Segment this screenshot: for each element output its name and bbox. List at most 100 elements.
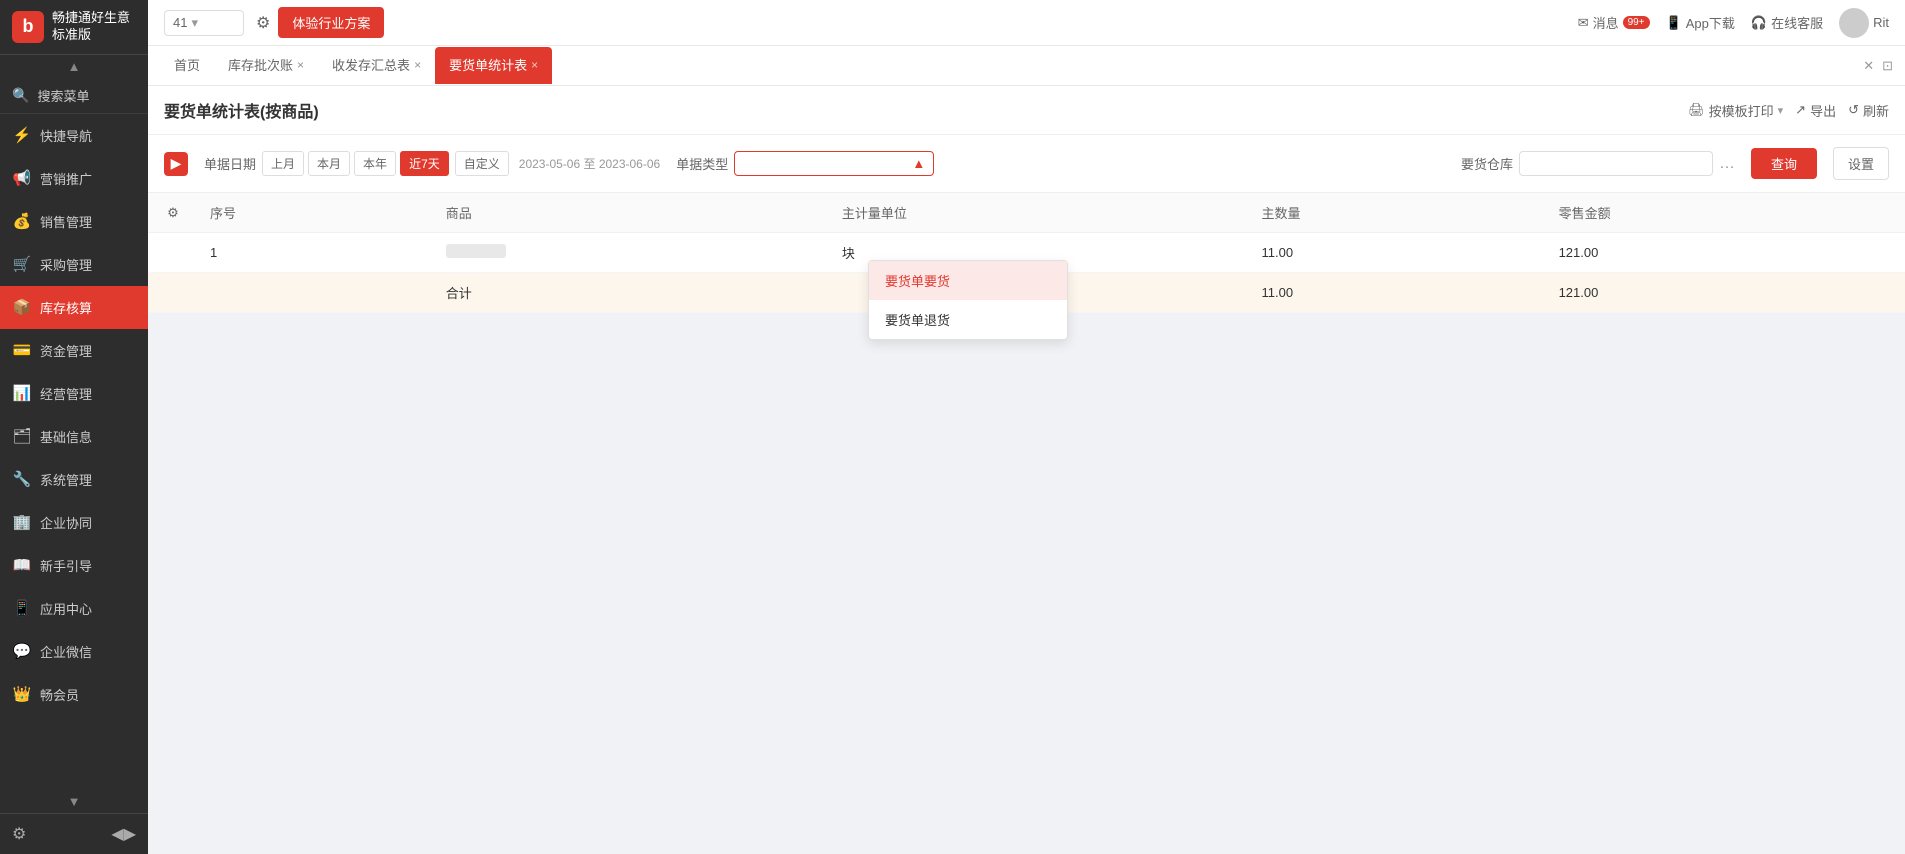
- user-avatar[interactable]: Rit: [1839, 8, 1889, 38]
- query-button[interactable]: 查询: [1751, 148, 1817, 179]
- avatar-image: [1839, 8, 1869, 38]
- print-btn[interactable]: 🖨 按模板打印 ▾: [1688, 101, 1783, 120]
- service-icon: 🎧: [1751, 15, 1767, 31]
- sidebar-item-label: 系统管理: [40, 470, 92, 489]
- sidebar-item-label: 新手引导: [40, 556, 92, 575]
- sidebar-item-apps[interactable]: 📱 应用中心: [0, 587, 148, 630]
- sidebar-item-wechat[interactable]: 💬 企业微信: [0, 630, 148, 673]
- tab-receipt-summary[interactable]: 收发存汇总表 ×: [318, 47, 435, 84]
- sidebar-item-basic[interactable]: 🗂 基础信息: [0, 415, 148, 458]
- online-service-btn[interactable]: 🎧 在线客服: [1751, 13, 1823, 32]
- cell-amount: 121.00: [1547, 233, 1905, 273]
- store-selector[interactable]: 41 ▾: [164, 10, 244, 36]
- basic-icon: 🗂: [12, 427, 32, 445]
- app-logo: b: [12, 11, 44, 43]
- tab-expand-icon[interactable]: ⊡: [1882, 58, 1893, 74]
- sidebar-nav: ⚡ 快捷导航 📢 营销推广 💰 销售管理 🛒 采购管理 📦 库存核算 💳 资金管…: [0, 114, 148, 790]
- doc-type-dropdown: 要货单要货 要货单退货: [868, 260, 1068, 340]
- tab-home-label: 首页: [174, 55, 200, 74]
- enterprise-icon: 🏢: [12, 513, 32, 531]
- last-month-btn[interactable]: 上月: [262, 151, 304, 176]
- purchase-icon: 🛒: [12, 255, 32, 273]
- sidebar-item-label: 库存核算: [40, 298, 92, 317]
- tab-receipt-summary-close[interactable]: ×: [414, 58, 421, 72]
- doc-type-input[interactable]: ▲: [734, 151, 934, 176]
- messages-btn[interactable]: ✉ 消息 99+: [1578, 13, 1650, 32]
- refresh-btn[interactable]: ↺ 刷新: [1848, 101, 1889, 120]
- topbar-settings-icon[interactable]: ⚙: [256, 13, 270, 33]
- sidebar-item-label: 应用中心: [40, 599, 92, 618]
- sidebar-search[interactable]: 🔍 搜索菜单: [0, 78, 148, 114]
- th-settings[interactable]: ⚙: [148, 193, 198, 233]
- page-actions: 🖨 按模板打印 ▾ ↗ 导出 ↺ 刷新: [1688, 101, 1889, 120]
- sidebar-header: b 畅捷通好生意 标准版: [0, 0, 148, 55]
- sidebar-item-label: 畅会员: [40, 685, 79, 704]
- sidebar-scroll-down[interactable]: ▼: [0, 790, 148, 813]
- messages-label: 消息: [1593, 13, 1619, 32]
- custom-date-btn[interactable]: 自定义: [455, 151, 509, 176]
- topbar-left: 41 ▾ ⚙ 体验行业方案: [164, 7, 1578, 38]
- topbar: 41 ▾ ⚙ 体验行业方案 ✉ 消息 99+ 📱 App下载 🎧 在线客服 R: [148, 0, 1905, 46]
- sidebar-item-guide[interactable]: 📖 新手引导: [0, 544, 148, 587]
- sidebar-item-quick-nav[interactable]: ⚡ 快捷导航: [0, 114, 148, 157]
- refresh-label: 刷新: [1863, 101, 1889, 120]
- tab-order-stats-label: 要货单统计表: [449, 55, 527, 74]
- tab-inventory-batch-close[interactable]: ×: [297, 58, 304, 72]
- sidebar-item-purchase[interactable]: 🛒 采购管理: [0, 243, 148, 286]
- print-icon: 🖨: [1688, 102, 1705, 118]
- sidebar-collapse-btn[interactable]: ◀▶: [111, 824, 136, 844]
- messages-icon: ✉: [1578, 15, 1589, 31]
- th-amount: 零售金额: [1547, 193, 1905, 233]
- dropdown-item-purchase[interactable]: 要货单要货: [869, 261, 1067, 300]
- sidebar-item-sales[interactable]: 💰 销售管理: [0, 200, 148, 243]
- topbar-right: ✉ 消息 99+ 📱 App下载 🎧 在线客服 Rit: [1578, 8, 1889, 38]
- tab-order-stats[interactable]: 要货单统计表 ×: [435, 47, 552, 84]
- warehouse-label: 要货仓库: [1461, 154, 1513, 173]
- sidebar-item-finance[interactable]: 💳 资金管理: [0, 329, 148, 372]
- sidebar-item-inventory[interactable]: 📦 库存核算: [0, 286, 148, 329]
- th-quantity: 主数量: [1249, 193, 1546, 233]
- sidebar-item-system[interactable]: 🔧 系统管理: [0, 458, 148, 501]
- sidebar-settings-btn[interactable]: ⚙: [12, 824, 26, 844]
- warehouse-input[interactable]: [1519, 151, 1713, 176]
- product-placeholder: [446, 244, 506, 258]
- tab-home[interactable]: 首页: [160, 47, 214, 84]
- sidebar-item-membership[interactable]: 👑 畅会员: [0, 673, 148, 716]
- sidebar-item-label: 企业微信: [40, 642, 92, 661]
- sidebar-item-enterprise[interactable]: 🏢 企业协同: [0, 501, 148, 544]
- page-title: 要货单统计表(按商品): [164, 98, 319, 122]
- th-unit: 主计量单位: [830, 193, 1250, 233]
- print-caret-icon: ▾: [1778, 104, 1784, 117]
- system-icon: 🔧: [12, 470, 32, 488]
- apps-icon: 📱: [12, 599, 32, 617]
- promo-button[interactable]: 体验行业方案: [278, 7, 384, 38]
- refresh-icon: ↺: [1848, 102, 1859, 118]
- settings-button[interactable]: 设置: [1833, 147, 1889, 180]
- export-btn[interactable]: ↗ 导出: [1795, 101, 1836, 120]
- export-label: 导出: [1810, 101, 1836, 120]
- table-header-row: ⚙ 序号 商品 主计量单位 主数量 零售金额: [148, 193, 1905, 233]
- sales-icon: 💰: [12, 212, 32, 230]
- total-label: 合计: [434, 273, 830, 313]
- sidebar-item-operation[interactable]: 📊 经营管理: [0, 372, 148, 415]
- this-month-btn[interactable]: 本月: [308, 151, 350, 176]
- more-filter-icon[interactable]: …: [1719, 155, 1735, 173]
- tab-close-all-icon[interactable]: ✕: [1863, 58, 1874, 74]
- sidebar-scroll-up[interactable]: ▲: [0, 55, 148, 78]
- online-service-label: 在线客服: [1771, 13, 1823, 32]
- finance-icon: 💳: [12, 341, 32, 359]
- tab-order-stats-close[interactable]: ×: [531, 58, 538, 72]
- download-icon: 📱: [1666, 15, 1682, 31]
- filter-expand-btn[interactable]: ▶: [164, 152, 188, 176]
- last-7days-btn[interactable]: 近7天: [400, 151, 449, 176]
- dropdown-item-return[interactable]: 要货单退货: [869, 300, 1067, 339]
- warehouse-filter-group: 要货仓库 …: [1461, 151, 1735, 176]
- date-filter-label: 单据日期: [204, 154, 256, 173]
- sidebar-item-marketing[interactable]: 📢 营销推广: [0, 157, 148, 200]
- tab-inventory-batch[interactable]: 库存批次账 ×: [214, 47, 318, 84]
- this-year-btn[interactable]: 本年: [354, 151, 396, 176]
- doc-type-caret-icon: ▲: [912, 156, 925, 171]
- app-download-btn[interactable]: 📱 App下载: [1666, 13, 1735, 32]
- date-filter-group: 单据日期 上月 本月 本年 近7天 自定义 2023-05-06 至 2023-…: [204, 151, 660, 176]
- total-amount: 121.00: [1547, 273, 1905, 313]
